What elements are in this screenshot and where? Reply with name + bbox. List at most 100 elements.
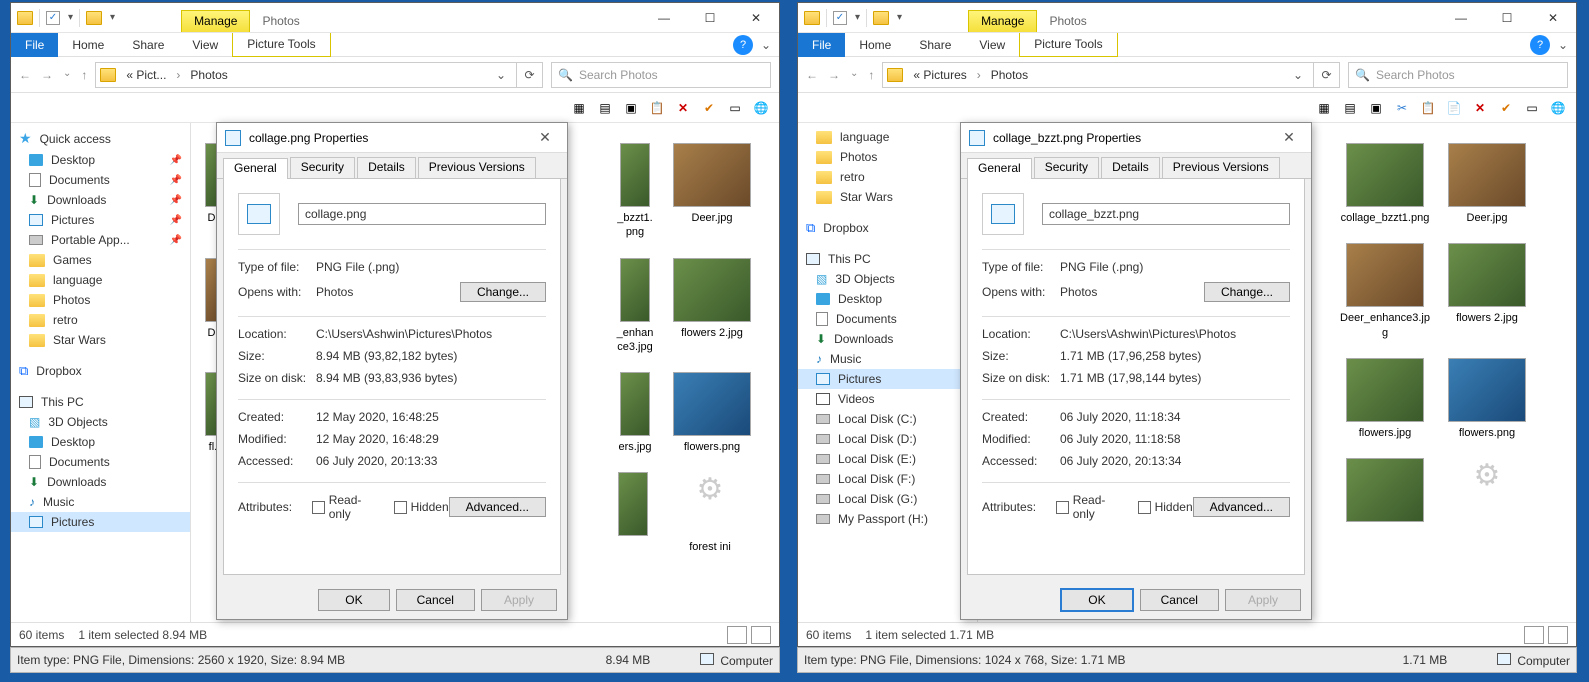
sidebar-item-desktop[interactable]: Desktop📌 <box>11 150 190 170</box>
settings-icon[interactable]: 🌐 <box>1548 98 1568 118</box>
qat-customize-icon[interactable]: ▾ <box>897 12 902 23</box>
change-button[interactable]: Change... <box>460 282 546 302</box>
recent-dropdown[interactable]: ⌄ <box>850 68 858 82</box>
view-icon[interactable]: ▦ <box>1314 98 1334 118</box>
details-view-icon[interactable] <box>1524 626 1544 644</box>
open-icon[interactable]: ▣ <box>1366 98 1386 118</box>
dropbox-group[interactable]: ⧉Dropbox <box>798 217 977 239</box>
apply-button[interactable]: Apply <box>481 589 557 611</box>
ribbon-collapse-icon[interactable]: ⌄ <box>1558 38 1576 52</box>
tab-security[interactable]: Security <box>290 157 355 178</box>
advanced-button[interactable]: Advanced... <box>1193 497 1290 517</box>
sidebar-item-language[interactable]: language <box>798 127 977 147</box>
dialog-titlebar[interactable]: collage.png Properties ✕ <box>217 123 567 153</box>
search-box[interactable]: 🔍 Search Photos <box>1348 62 1568 88</box>
file-thumbnail[interactable]: Deer.jpg <box>667 143 757 240</box>
address-bar[interactable]: « Pictures › Photos ⌄ <box>882 62 1314 88</box>
maximize-button[interactable]: ☐ <box>1484 3 1530 33</box>
sidebar-item-photos[interactable]: Photos <box>798 147 977 167</box>
readonly-checkbox[interactable] <box>1056 501 1068 514</box>
group-icon[interactable]: ▤ <box>595 98 615 118</box>
address-segment[interactable]: Photos <box>184 68 233 82</box>
manage-tab[interactable]: Manage <box>968 10 1037 32</box>
sidebar-item-documents[interactable]: Documents <box>11 452 190 472</box>
dialog-titlebar[interactable]: collage_bzzt.png Properties ✕ <box>961 123 1311 153</box>
file-thumbnail[interactable] <box>1340 458 1430 538</box>
check-icon[interactable]: ✔ <box>699 98 719 118</box>
sidebar-item-language[interactable]: language <box>11 270 190 290</box>
file-thumbnail[interactable]: ⚙ <box>1442 458 1532 538</box>
this-pc-group[interactable]: This PC <box>798 249 977 269</box>
delete-icon[interactable]: ✕ <box>1470 98 1490 118</box>
quick-access-group[interactable]: ★Quick access <box>11 127 190 150</box>
address-segment[interactable]: « Pictures <box>907 68 972 82</box>
sidebar-item-portable[interactable]: Portable App...📌 <box>11 230 190 250</box>
cancel-button[interactable]: Cancel <box>396 589 475 611</box>
view-tab[interactable]: View <box>965 33 1019 57</box>
file-thumbnail[interactable]: ⚙forest ini <box>665 472 755 554</box>
hidden-checkbox[interactable] <box>1138 501 1150 514</box>
help-icon[interactable]: ? <box>733 35 753 55</box>
file-thumbnail[interactable]: collage_bzzt1.png <box>1340 143 1430 225</box>
forward-button[interactable]: → <box>41 68 53 82</box>
sidebar-item-games[interactable]: Games <box>11 250 190 270</box>
sidebar-item-disk-c[interactable]: Local Disk (C:) <box>798 409 977 429</box>
group-icon[interactable]: ▤ <box>1340 98 1360 118</box>
tab-details[interactable]: Details <box>357 157 416 178</box>
file-thumbnail[interactable]: Deer.jpg <box>1442 143 1532 225</box>
tab-general[interactable]: General <box>967 158 1032 179</box>
filename-input[interactable]: collage_bzzt.png <box>1042 203 1290 225</box>
sidebar-item-retro[interactable]: retro <box>11 310 190 330</box>
tab-security[interactable]: Security <box>1034 157 1099 178</box>
rename-icon[interactable]: ▭ <box>1522 98 1542 118</box>
dropbox-group[interactable]: ⧉Dropbox <box>11 360 190 382</box>
new-folder-icon[interactable] <box>873 11 889 25</box>
filename-input[interactable]: collage.png <box>298 203 546 225</box>
tab-previous-versions[interactable]: Previous Versions <box>1162 157 1280 178</box>
new-folder-icon[interactable] <box>86 11 102 25</box>
file-thumbnail[interactable]: flowers 2.jpg <box>667 258 757 355</box>
change-button[interactable]: Change... <box>1204 282 1290 302</box>
tab-previous-versions[interactable]: Previous Versions <box>418 157 536 178</box>
sidebar-item-3d[interactable]: ▧3D Objects <box>11 412 190 432</box>
share-tab[interactable]: Share <box>905 33 965 57</box>
view-icon[interactable]: ▦ <box>569 98 589 118</box>
file-thumbnail[interactable]: flowers.jpg <box>1340 358 1430 440</box>
sidebar-item-desktop[interactable]: Desktop <box>798 289 977 309</box>
details-view-icon[interactable] <box>727 626 747 644</box>
share-tab[interactable]: Share <box>118 33 178 57</box>
file-thumbnail[interactable]: ers.jpg <box>615 372 655 454</box>
chevron-right-icon[interactable]: › <box>977 68 981 82</box>
sidebar-item-documents[interactable]: Documents <box>798 309 977 329</box>
maximize-button[interactable]: ☐ <box>687 3 733 33</box>
file-tab[interactable]: File <box>798 33 845 57</box>
sidebar-item-music[interactable]: ♪Music <box>11 492 190 512</box>
search-box[interactable]: 🔍 Search Photos <box>551 62 771 88</box>
address-segment[interactable]: Photos <box>985 68 1034 82</box>
check-icon[interactable]: ✔ <box>1496 98 1516 118</box>
sidebar-item-downloads[interactable]: ⬇Downloads <box>11 472 190 492</box>
hidden-checkbox[interactable] <box>394 501 406 514</box>
up-button[interactable]: ↑ <box>81 68 87 82</box>
picture-tools-tab[interactable]: Picture Tools <box>1019 33 1117 57</box>
file-thumbnail[interactable]: _enhance3.jpg <box>615 258 655 355</box>
file-thumbnail[interactable]: _bzzt1.png <box>615 143 655 240</box>
refresh-button[interactable]: ⟳ <box>1314 62 1340 88</box>
file-thumbnail[interactable]: Deer_enhance3.jpg <box>1340 243 1430 340</box>
minimize-button[interactable]: — <box>1438 3 1484 33</box>
advanced-button[interactable]: Advanced... <box>449 497 546 517</box>
this-pc-group[interactable]: This PC <box>11 392 190 412</box>
close-button[interactable]: ✕ <box>531 129 559 146</box>
ok-button[interactable]: OK <box>318 589 389 611</box>
up-button[interactable]: ↑ <box>868 68 874 82</box>
address-segment[interactable]: « Pict... <box>120 68 172 82</box>
file-thumbnail[interactable]: flowers.png <box>667 372 757 454</box>
ribbon-collapse-icon[interactable]: ⌄ <box>761 38 779 52</box>
sidebar-item-disk-g[interactable]: Local Disk (G:) <box>798 489 977 509</box>
chevron-down-icon[interactable]: ▾ <box>855 12 860 23</box>
sidebar-item-disk-e[interactable]: Local Disk (E:) <box>798 449 977 469</box>
copy-icon[interactable]: 📋 <box>1418 98 1438 118</box>
chevron-right-icon[interactable]: › <box>176 68 180 82</box>
file-tab[interactable]: File <box>11 33 58 57</box>
file-thumbnail[interactable]: flowers.png <box>1442 358 1532 440</box>
